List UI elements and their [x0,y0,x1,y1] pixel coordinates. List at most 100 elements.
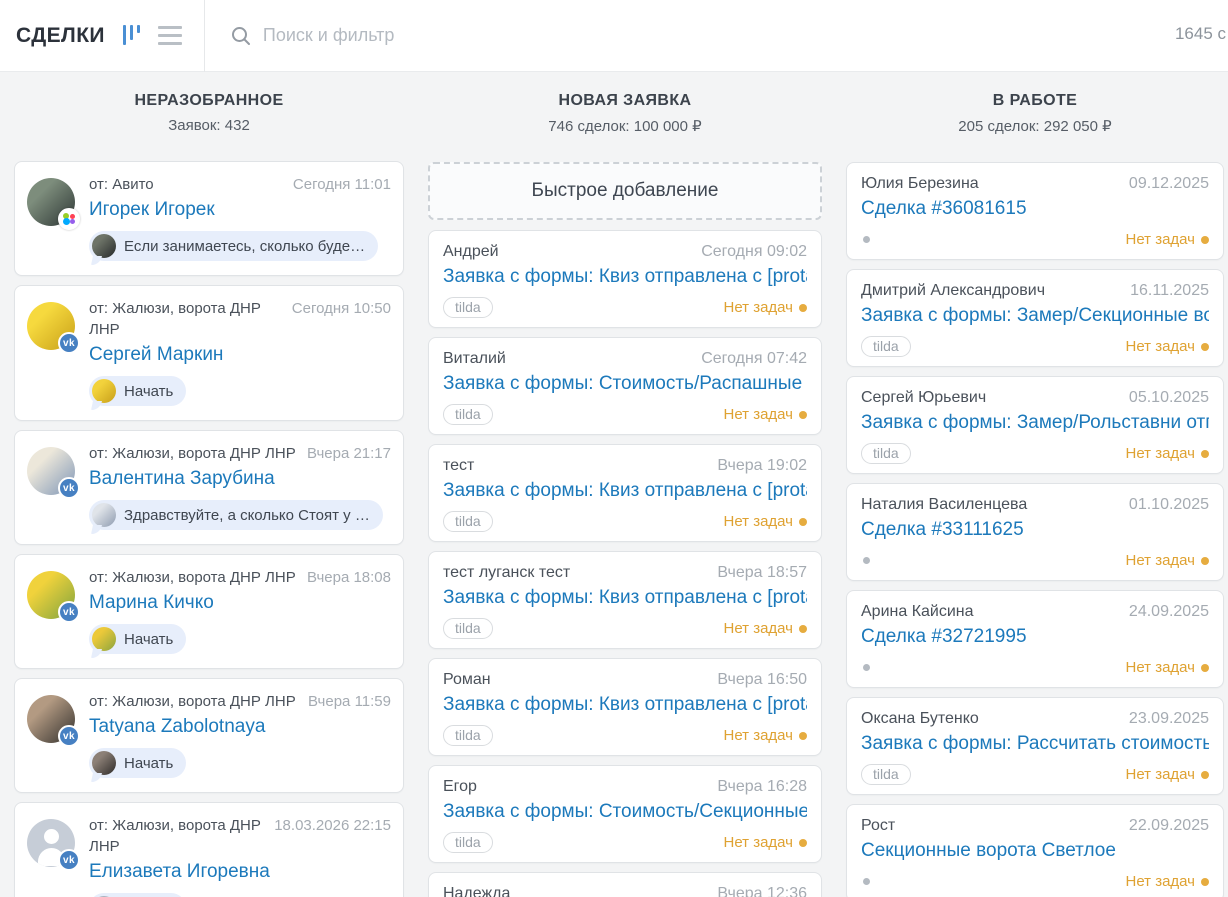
lead-name-link[interactable]: Игорек Игорек [89,196,391,223]
quick-add-button[interactable]: Быстрое добавление [428,162,822,220]
lead-card[interactable]: от: Жалюзи, ворота ДНР ЛНР Вчера 18:08 М… [14,554,404,669]
deal-card[interactable]: Юлия Березина 09.12.2025 Сделка #3608161… [846,162,1224,260]
lead-card[interactable]: от: Жалюзи, ворота ДНР ЛНР Сегодня 10:50… [14,285,404,421]
deal-title-link[interactable]: Заявка с формы: Стоимость/Распашные вор… [443,371,807,397]
deal-card[interactable]: Арина Кайсина 24.09.2025 Сделка #3272199… [846,590,1224,688]
no-task-status[interactable]: Нет задач [723,620,807,637]
deal-card[interactable]: Наталия Василенцева 01.10.2025 Сделка #3… [846,483,1224,581]
lead-name-link[interactable]: Марина Кичко [89,589,391,616]
deal-contact-name: Наталия Василенцева [861,496,1028,513]
no-task-status[interactable]: Нет задач [1125,659,1209,676]
deal-contact-name: тест [443,457,475,474]
tilda-tag: tilda [443,404,493,425]
top-bar: СДЕЛКИ 1645 с [0,0,1228,72]
tilda-tag: tilda [443,725,493,746]
deal-title-link[interactable]: Заявка с формы: Квиз отправлена с [prota… [443,692,807,718]
deals-counter: 1645 с [1174,24,1226,43]
tilda-tag: tilda [443,297,493,318]
deal-title-link[interactable]: Заявка с формы: Квиз отправлена с [prota… [443,264,807,290]
lead-name-link[interactable]: Валентина Зарубина [89,465,391,492]
deal-date: 01.10.2025 [1128,496,1209,513]
last-message-chip[interactable]: Начать [89,624,187,654]
deal-title-link[interactable]: Заявка с формы: Замер/Рольставни отправ… [861,410,1209,436]
kanban-view-icon[interactable] [122,24,140,47]
no-task-status[interactable]: Нет задач [1125,231,1209,248]
tilda-tag: tilda [443,618,493,639]
deal-date: 09.12.2025 [1128,175,1209,192]
search-box[interactable] [231,25,1228,46]
chip-message: Начать [124,382,174,400]
no-task-status[interactable]: Нет задач [723,299,807,316]
chip-avatar [92,627,116,651]
deal-card[interactable]: Сергей Юрьевич 05.10.2025 Заявка с формы… [846,376,1224,474]
lead-card[interactable]: от: Жалюзи, ворота ДНР ЛНР Вчера 11:59 T… [14,678,404,793]
deal-title-link[interactable]: Заявка с формы: Квиз отправлена с [prota… [443,585,807,611]
lead-card[interactable]: от: Авито Сегодня 11:01 Игорек Игорек Ес… [14,161,404,276]
status-dot-icon [799,517,807,526]
lead-name-link[interactable]: Сергей Маркин [89,341,391,368]
lead-card[interactable]: от: Жалюзи, ворота ДНР ЛНР 18.03.2026 22… [14,802,404,897]
deal-title-link[interactable]: Сделка #36081615 [861,196,1209,222]
deal-contact-name: Рост [861,817,896,834]
no-task-status[interactable]: Нет задач [723,406,807,423]
chip-avatar [92,503,116,527]
lead-card[interactable]: от: Жалюзи, ворота ДНР ЛНР Вчера 21:17 В… [14,430,404,545]
deal-card[interactable]: Андрей Сегодня 09:02 Заявка с формы: Кви… [428,230,822,328]
last-message-chip[interactable]: Начать [89,376,187,406]
last-message-chip[interactable]: Если занимаетесь, сколько буде… [89,231,379,261]
no-task-status[interactable]: Нет задач [723,727,807,744]
last-message-chip[interactable]: Здравствуйте, а сколько Стоят у … [89,500,383,530]
deal-card[interactable]: тест Вчера 19:02 Заявка с формы: Квиз от… [428,444,822,542]
last-message-chip[interactable]: Начать [89,893,187,897]
deal-card[interactable]: Рост 22.09.2025 Секционные ворота Светло… [846,804,1224,897]
column-subtitle: Заявок: 432 [168,117,250,134]
deal-title-link[interactable]: Заявка с формы: Квиз отправлена с [prota… [443,478,807,504]
deal-card[interactable]: тест луганск тест Вчера 18:57 Заявка с ф… [428,551,822,649]
tilda-tag: tilda [443,832,493,853]
deal-contact-name: Андрей [443,243,499,260]
deal-card[interactable]: Оксана Бутенко 23.09.2025 Заявка с формы… [846,697,1224,795]
chip-avatar [92,751,116,775]
no-task-status[interactable]: Нет задач [723,513,807,530]
deal-title-link[interactable]: Заявка с формы: Замер/Секционные ворота… [861,303,1209,329]
lead-time: Сегодня 11:01 [292,176,391,193]
deal-card[interactable]: Роман Вчера 16:50 Заявка с формы: Квиз о… [428,658,822,756]
header-divider [203,0,205,72]
deal-date: 24.09.2025 [1128,603,1209,620]
deal-title-link[interactable]: Секционные ворота Светлое [861,838,1209,864]
gray-dot-icon [863,557,870,564]
no-task-status[interactable]: Нет задач [723,834,807,851]
menu-icon[interactable] [157,26,182,45]
gray-dot-icon [863,664,870,671]
search-input[interactable] [262,25,683,46]
deal-title-link[interactable]: Заявка с формы: Стоимость/Секционные во… [443,799,807,825]
cards-list: от: Авито Сегодня 11:01 Игорек Игорек Ес… [14,161,404,897]
no-task-status[interactable]: Нет задач [1125,873,1209,890]
tilda-tag: tilda [443,511,493,532]
kanban-board: НЕРАЗОБРАННОЕ Заявок: 432 от: Авито Сего… [0,72,1228,897]
deal-card[interactable]: Дмитрий Александрович 16.11.2025 Заявка … [846,269,1224,367]
last-message-chip[interactable]: Начать [89,748,187,778]
no-task-status[interactable]: Нет задач [1125,445,1209,462]
column-subtitle: 746 сделок: 100 000 ₽ [548,118,702,135]
no-task-status[interactable]: Нет задач [1125,338,1209,355]
deal-contact-name: Юлия Березина [861,175,979,192]
deal-title-link[interactable]: Сделка #33111625 [861,517,1209,543]
deal-card[interactable]: Егор Вчера 16:28 Заявка с формы: Стоимос… [428,765,822,863]
lead-name-link[interactable]: Tatyana Zabolotnaya [89,713,391,740]
lead-name-link[interactable]: Елизавета Игоревна [89,858,391,885]
deal-date: Вчера 18:57 [717,564,807,581]
deal-date: 16.11.2025 [1130,282,1209,299]
no-task-status[interactable]: Нет задач [1125,766,1209,783]
deal-card[interactable]: Надежда Вчера 12:36 Заявка с формы: Квиз… [428,872,822,897]
chip-message: Здравствуйте, а сколько Стоят у … [124,506,370,524]
column-unsorted: НЕРАЗОБРАННОЕ Заявок: 432 от: Авито Сего… [14,92,404,897]
contact-avatar [27,695,80,747]
tilda-tag: tilda [861,764,911,785]
lead-source: от: Жалюзи, ворота ДНР ЛНР [89,569,296,586]
deal-card[interactable]: Виталий Сегодня 07:42 Заявка с формы: Ст… [428,337,822,435]
deal-title-link[interactable]: Заявка с формы: Рассчитать стоимость/Вор… [861,731,1209,757]
no-task-status[interactable]: Нет задач [1125,552,1209,569]
lead-source: от: Жалюзи, ворота ДНР ЛНР [89,300,261,338]
deal-title-link[interactable]: Сделка #32721995 [861,624,1209,650]
